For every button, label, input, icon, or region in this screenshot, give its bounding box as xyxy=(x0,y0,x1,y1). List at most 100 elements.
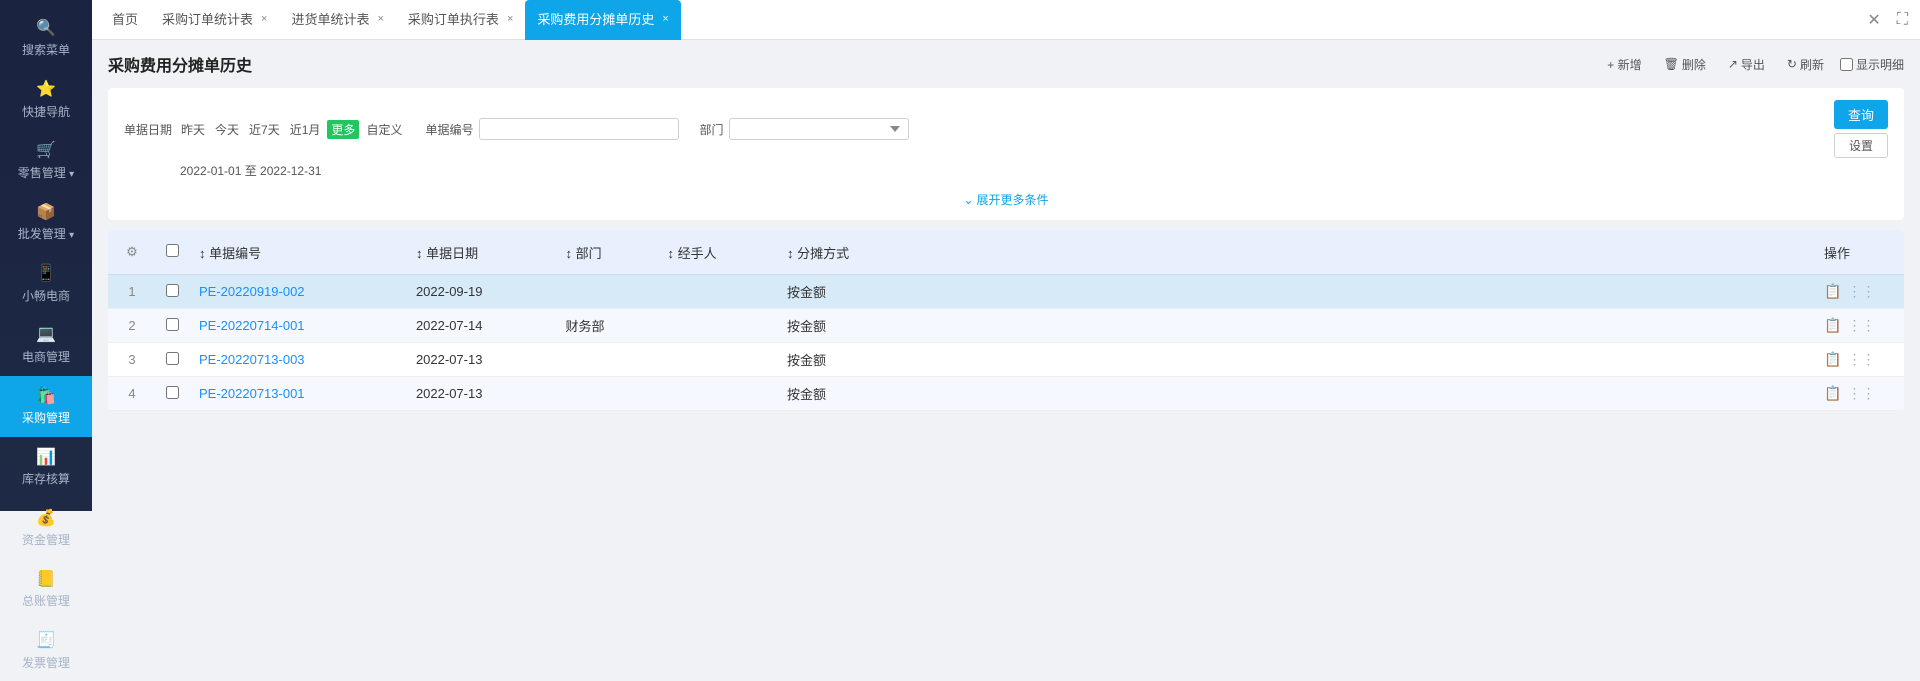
doc-no-input[interactable] xyxy=(479,118,679,140)
edit-icon[interactable]: 📋 xyxy=(1824,317,1841,334)
sidebar-item-retail[interactable]: 🛒零售管理 ▾ xyxy=(0,130,92,191)
finance-icon: 💰 xyxy=(4,508,88,530)
tab-home[interactable]: 首页 xyxy=(100,0,150,40)
doc-no-filter-group: 单据编号 xyxy=(425,118,679,140)
row-checkbox[interactable] xyxy=(166,386,179,399)
edit-icon[interactable]: 📋 xyxy=(1824,351,1841,368)
col-checkbox xyxy=(156,230,189,275)
refresh-icon: ↻ xyxy=(1787,57,1797,71)
last7days-btn[interactable]: 近7天 xyxy=(246,120,283,139)
doc-no-link[interactable]: PE-20220919-002 xyxy=(199,284,305,299)
tab-close-icon[interactable]: × xyxy=(507,13,513,25)
settings-button[interactable]: 设置 xyxy=(1834,133,1888,158)
row-number: 3 xyxy=(108,343,156,377)
add-button[interactable]: + 新增 xyxy=(1601,53,1647,76)
col-ops: 操作 xyxy=(1814,230,1904,275)
row-handler xyxy=(657,343,777,377)
tab-purchase-cost-history[interactable]: 采购费用分摊单历史× xyxy=(525,0,680,40)
sidebar-item-miniapp[interactable]: 📱 小畅电商 xyxy=(0,253,92,314)
select-all-checkbox[interactable] xyxy=(166,244,179,257)
today-btn[interactable]: 今天 xyxy=(212,120,242,139)
col-gear: ⚙ xyxy=(108,230,156,275)
sidebar-item-accounting[interactable]: 📒总账管理 xyxy=(0,559,92,620)
row-checkbox-cell xyxy=(156,343,189,377)
expand-more-btn[interactable]: ⌄ 展开更多条件 xyxy=(963,191,1048,208)
row-checkbox[interactable] xyxy=(166,284,179,297)
arrow-icon: ▾ xyxy=(69,169,74,180)
refresh-button[interactable]: ↻ 刷新 xyxy=(1781,53,1830,76)
col-split-method-sort-icon: ↕ xyxy=(787,246,797,261)
sidebar-item-label: 小畅电商 xyxy=(22,289,70,303)
custom-btn[interactable]: 自定义 xyxy=(363,120,405,139)
close-window-icon[interactable]: ✕ xyxy=(1863,8,1884,32)
sidebar-item-ecommerce[interactable]: 💻电商管理 xyxy=(0,314,92,375)
show-cols-input[interactable] xyxy=(1840,58,1853,71)
sidebar-item-purchase[interactable]: 🛍️采购管理 xyxy=(0,376,92,437)
filter-actions: 查询 设置 xyxy=(1834,100,1888,158)
row-checkbox[interactable] xyxy=(166,352,179,365)
col-handler: ↕ 经手人 xyxy=(657,230,777,275)
yesterday-btn[interactable]: 昨天 xyxy=(178,120,208,139)
sidebar-item-label: 库存核算 xyxy=(22,472,70,486)
tab-stock-stats[interactable]: 进货单统计表× xyxy=(279,0,395,40)
table-header-row: ⚙ ↕ 单据编号 ↕ 单据日期 ↕ 部门 xyxy=(108,230,1904,275)
miniapp-icon: 📱 xyxy=(4,263,88,285)
dept-select[interactable] xyxy=(729,118,909,140)
more-ops-icon[interactable]: ⋮⋮ xyxy=(1847,385,1875,402)
edit-icon[interactable]: 📋 xyxy=(1824,385,1841,402)
delete-button[interactable]: 🗑 删除 xyxy=(1658,53,1712,76)
tab-purchase-order-exec[interactable]: 采购订单执行表× xyxy=(396,0,525,40)
row-split-method: 按金额 xyxy=(777,309,1814,343)
row-checkbox[interactable] xyxy=(166,318,179,331)
row-checkbox-cell xyxy=(156,377,189,411)
row-ops: 📋 ⋮⋮ xyxy=(1814,309,1904,343)
row-checkbox-cell xyxy=(156,275,189,309)
row-split-method: 按金额 xyxy=(777,275,1814,309)
show-cols-checkbox[interactable]: 显示明细 xyxy=(1840,56,1904,73)
maximize-window-icon[interactable]: ⛶ xyxy=(1893,9,1912,31)
dept-label: 部门 xyxy=(699,121,723,138)
invoice-icon: 🧾 xyxy=(4,630,88,652)
row-number: 2 xyxy=(108,309,156,343)
row-dept xyxy=(555,377,657,411)
sidebar-item-finance[interactable]: 💰资金管理 xyxy=(0,498,92,559)
doc-no-link[interactable]: PE-20220713-003 xyxy=(199,352,305,367)
sidebar-item-label: 快捷导航 xyxy=(22,105,70,119)
date-range-display: 2022-01-01 至 2022-12-31 xyxy=(180,164,321,178)
wholesale-icon: 📦 xyxy=(4,202,88,224)
row-doc-date: 2022-09-19 xyxy=(406,275,556,309)
data-table: ⚙ ↕ 单据编号 ↕ 单据日期 ↕ 部门 xyxy=(108,230,1904,411)
sidebar-item-inventory[interactable]: 📊库存核算 xyxy=(0,437,92,498)
col-dept: ↕ 部门 xyxy=(555,230,657,275)
row-dept xyxy=(555,343,657,377)
tab-bar-right: ✕ ⛶ xyxy=(1863,8,1912,32)
tab-close-icon[interactable]: × xyxy=(261,13,267,25)
more-ops-icon[interactable]: ⋮⋮ xyxy=(1847,351,1875,368)
table-body: 1 PE-20220919-002 2022-09-19 按金额 📋 ⋮⋮ 2 xyxy=(108,275,1904,411)
row-doc-no: PE-20220919-002 xyxy=(189,275,406,309)
tab-purchase-order-stats[interactable]: 采购订单统计表× xyxy=(150,0,279,40)
row-ops: 📋 ⋮⋮ xyxy=(1814,343,1904,377)
sidebar-item-wholesale[interactable]: 📦批发管理 ▾ xyxy=(0,192,92,253)
row-doc-no: PE-20220713-001 xyxy=(189,377,406,411)
more-btn[interactable]: 更多 xyxy=(327,120,359,139)
tab-close-icon[interactable]: × xyxy=(377,13,383,25)
more-ops-icon[interactable]: ⋮⋮ xyxy=(1847,283,1875,300)
sidebar-item-shortcut[interactable]: ⭐快捷导航 xyxy=(0,69,92,130)
tab-close-icon[interactable]: × xyxy=(662,13,668,25)
filter-area: 单据日期 昨天 今天 近7天 近1月 更多 自定义 单据编号 xyxy=(108,88,1904,220)
sidebar-item-search[interactable]: 🔍搜索菜单 xyxy=(0,8,92,69)
export-button[interactable]: ↗ 导出 xyxy=(1722,53,1771,76)
more-ops-icon[interactable]: ⋮⋮ xyxy=(1847,317,1875,334)
query-button[interactable]: 查询 xyxy=(1834,100,1888,129)
edit-icon[interactable]: 📋 xyxy=(1824,283,1841,300)
sidebar-item-label: 搜索菜单 xyxy=(22,43,70,57)
last1month-btn[interactable]: 近1月 xyxy=(287,120,324,139)
row-ops: 📋 ⋮⋮ xyxy=(1814,377,1904,411)
table-settings-icon[interactable]: ⚙ xyxy=(118,238,146,266)
doc-no-link[interactable]: PE-20220713-001 xyxy=(199,386,305,401)
doc-no-link[interactable]: PE-20220714-001 xyxy=(199,318,305,333)
page-body: 采购费用分摊单历史 + 新增 🗑 删除 ↗ 导出 ↻ 刷新 显示明细 xyxy=(92,40,1920,511)
sidebar-item-invoice[interactable]: 🧾发票管理 xyxy=(0,620,92,681)
export-icon: ↗ xyxy=(1728,57,1738,71)
